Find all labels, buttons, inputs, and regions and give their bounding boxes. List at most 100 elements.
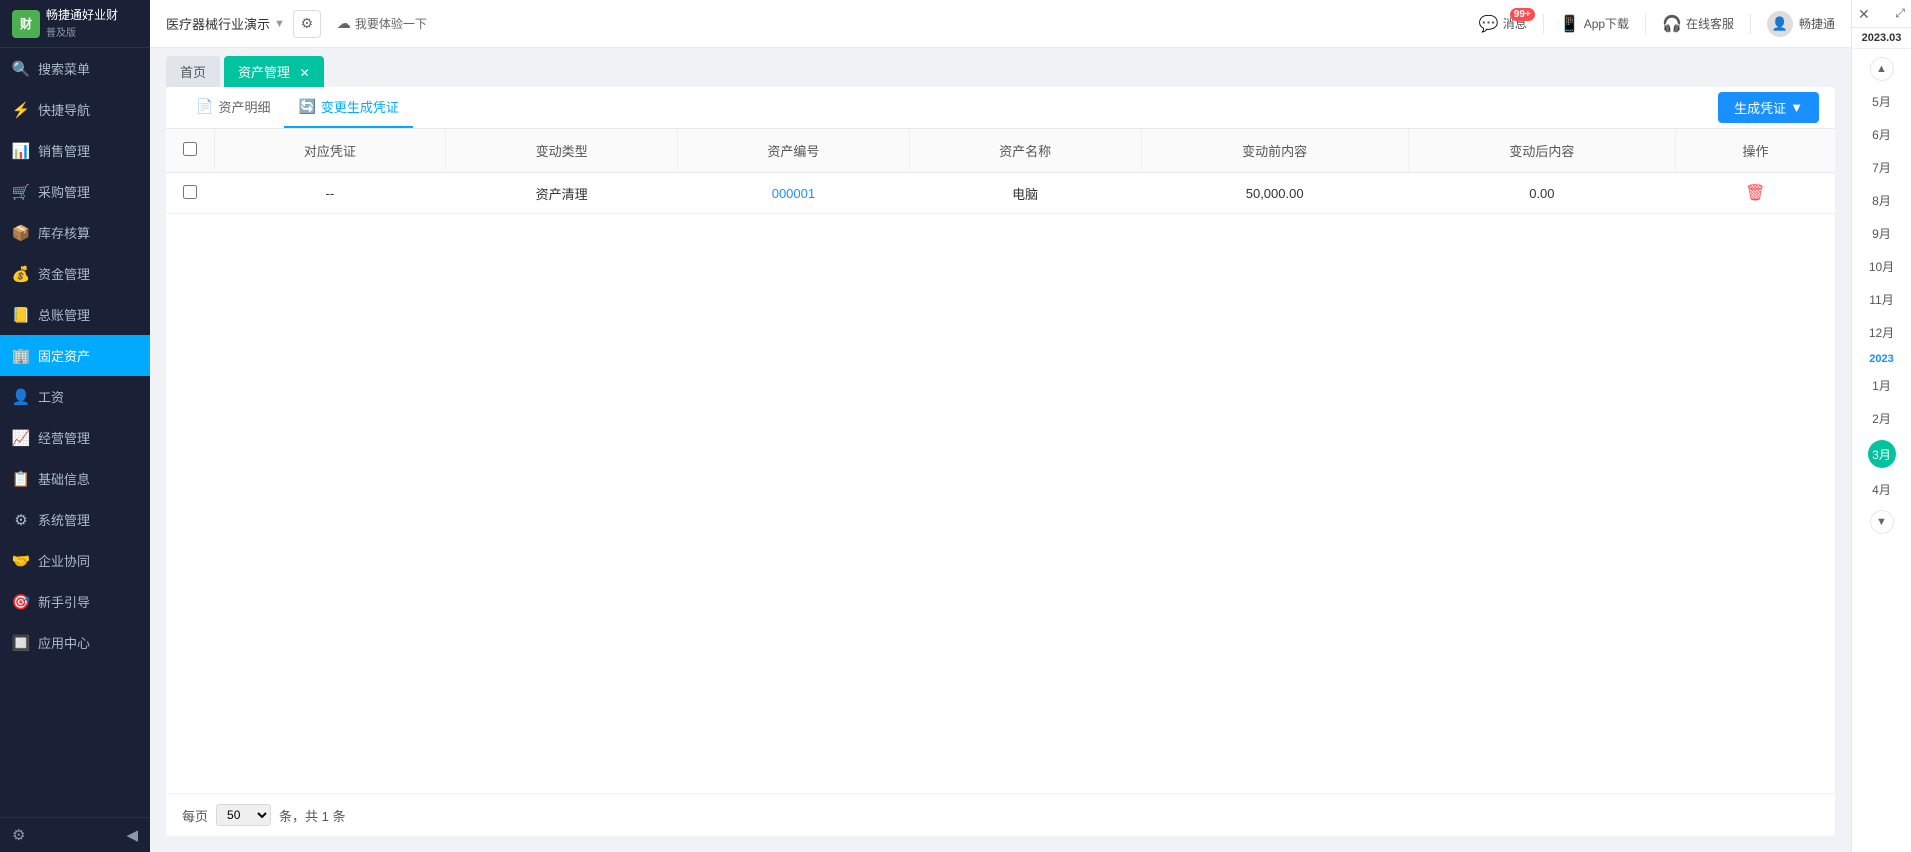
sidebar-label-app-center: 应用中心 — [38, 633, 90, 652]
sidebar-label-general-ledger: 总账管理 — [38, 305, 90, 324]
generate-voucher-button[interactable]: 生成凭证 ▼ — [1718, 92, 1819, 123]
month-11[interactable]: 11月 — [1865, 286, 1897, 313]
customer-service-button[interactable]: 🎧 在线客服 — [1662, 14, 1734, 34]
month-8[interactable]: 8月 — [1868, 187, 1895, 214]
company-settings-button[interactable]: ⚙ — [293, 10, 321, 38]
sidebar-item-search[interactable]: 🔍 搜索菜单 — [0, 48, 150, 89]
th-asset-no: 资产编号 — [678, 129, 910, 173]
month-2023-4[interactable]: 4月 — [1868, 476, 1895, 503]
row-asset-name: 电脑 — [909, 173, 1141, 214]
app-download-button[interactable]: 📱 App下载 — [1560, 14, 1629, 34]
logo-icon: 财 — [12, 10, 40, 38]
month-nav-up[interactable]: ▲ — [1870, 57, 1894, 81]
month-6[interactable]: 6月 — [1868, 121, 1895, 148]
sidebar-item-payroll[interactable]: 👤 工资 — [0, 376, 150, 417]
tab-asset-mgmt[interactable]: 资产管理 ✕ — [224, 56, 324, 87]
right-panel-close-icon[interactable]: ✕ — [1858, 7, 1870, 21]
topbar-actions: 💬 消息 99+ 📱 App下载 🎧 在线客服 👤 畅捷通 — [1479, 11, 1835, 37]
sub-tab-change-voucher[interactable]: 🔄 变更生成凭证 — [284, 87, 412, 128]
experience-label: 我要体验一下 — [355, 15, 427, 32]
sub-tab-bar: 📄 资产明细 🔄 变更生成凭证 生成凭证 ▼ — [166, 87, 1835, 129]
quick-nav-icon: ⚡ — [12, 101, 30, 119]
table-row: -- 资产清理 000001 电脑 50,000.00 0.00 🗑 — [166, 173, 1835, 214]
content-area: 首页 资产管理 ✕ 📄 资产明细 🔄 变更生成凭证 — [150, 48, 1851, 852]
enterprise-icon: 🤝 — [12, 552, 30, 570]
sidebar-item-inventory[interactable]: 📦 库存核算 — [0, 212, 150, 253]
divider-1 — [1543, 14, 1544, 34]
row-checkbox[interactable] — [183, 185, 197, 199]
messages-button[interactable]: 💬 消息 99+ — [1479, 14, 1527, 34]
sidebar-item-basic-info[interactable]: 📋 基础信息 — [0, 458, 150, 499]
month-2023-3[interactable]: 3月 — [1868, 440, 1896, 468]
system-icon: ⚙ — [12, 511, 30, 529]
month-2023-2[interactable]: 2月 — [1868, 405, 1895, 432]
app-center-icon: 🔲 — [12, 634, 30, 652]
main-area: 医疗器械行业演示 ▼ ⚙ ☁ 我要体验一下 💬 消息 99+ 📱 App下载 🎧… — [150, 0, 1851, 852]
th-after-change: 变动后内容 — [1408, 129, 1675, 173]
sidebar-item-purchase[interactable]: 🛒 采购管理 — [0, 171, 150, 212]
per-page-select[interactable]: 50 10 20 100 — [216, 804, 271, 826]
th-checkbox — [166, 129, 214, 173]
month-nav-down[interactable]: ▼ — [1870, 510, 1894, 534]
payroll-icon: 👤 — [12, 388, 30, 406]
right-panel: ✕ ⤢ 2023.03 ▲ 5月 6月 7月 8月 9月 10月 11月 12月… — [1851, 0, 1911, 852]
sidebar-item-app-center[interactable]: 🔲 应用中心 — [0, 622, 150, 663]
search-icon: 🔍 — [12, 60, 30, 78]
page-container: 📄 资产明细 🔄 变更生成凭证 生成凭证 ▼ — [166, 87, 1835, 836]
topbar: 医疗器械行业演示 ▼ ⚙ ☁ 我要体验一下 💬 消息 99+ 📱 App下载 🎧… — [150, 0, 1851, 48]
company-selector[interactable]: 医疗器械行业演示 ▼ — [166, 14, 285, 33]
month-12[interactable]: 12月 — [1865, 319, 1898, 346]
settings-icon[interactable]: ⚙ — [12, 826, 25, 844]
sidebar-item-funds[interactable]: 💰 资金管理 — [0, 253, 150, 294]
tab-close-icon[interactable]: ✕ — [300, 66, 310, 80]
right-panel-expand-icon[interactable]: ⤢ — [1895, 6, 1905, 21]
sidebar-label-system: 系统管理 — [38, 510, 90, 529]
sidebar-label-operations: 经营管理 — [38, 428, 90, 447]
sidebar-item-general-ledger[interactable]: 📒 总账管理 — [0, 294, 150, 335]
sidebar-item-operations[interactable]: 📈 经营管理 — [0, 417, 150, 458]
change-voucher-icon: 🔄 — [298, 98, 315, 115]
delete-row-icon[interactable]: 🗑 — [1745, 185, 1765, 202]
sidebar-item-system[interactable]: ⚙ 系统管理 — [0, 499, 150, 540]
guide-icon: 🎯 — [12, 593, 30, 611]
right-panel-months: ▲ 5月 6月 7月 8月 9月 10月 11月 12月 2023 1月 2月 … — [1852, 49, 1911, 852]
month-10[interactable]: 10月 — [1865, 253, 1898, 280]
right-panel-year-label: 2023.03 — [1852, 28, 1911, 49]
sidebar-item-guide[interactable]: 🎯 新手引导 — [0, 581, 150, 622]
row-voucher: -- — [214, 173, 446, 214]
th-operation: 操作 — [1675, 129, 1835, 173]
table-header-row: 对应凭证 变动类型 资产编号 资产名称 变动前内容 变动后内容 操作 — [166, 129, 1835, 173]
divider-3 — [1750, 14, 1751, 34]
generate-voucher-dropdown-icon: ▼ — [1790, 100, 1803, 115]
company-chevron-icon: ▼ — [274, 18, 285, 30]
inventory-icon: 📦 — [12, 224, 30, 242]
messages-icon: 💬 — [1479, 14, 1499, 34]
month-2023-1[interactable]: 1月 — [1868, 372, 1895, 399]
tab-bar: 首页 资产管理 ✕ — [150, 48, 1851, 87]
tab-home[interactable]: 首页 — [166, 56, 220, 87]
month-7[interactable]: 7月 — [1868, 154, 1895, 181]
sidebar-item-enterprise[interactable]: 🤝 企业协同 — [0, 540, 150, 581]
sidebar-item-fixed-assets[interactable]: 🏢 固定资产 — [0, 335, 150, 376]
th-asset-name: 资产名称 — [909, 129, 1141, 173]
toggle-sidebar-icon[interactable]: ◀ — [126, 826, 138, 844]
sidebar-item-quick-nav[interactable]: ⚡ 快捷导航 — [0, 89, 150, 130]
sub-tab-asset-detail[interactable]: 📄 资产明细 — [182, 87, 284, 128]
experience-icon: ☁ — [337, 15, 351, 32]
operations-icon: 📈 — [12, 429, 30, 447]
asset-detail-icon: 📄 — [196, 98, 213, 115]
select-all-checkbox[interactable] — [183, 142, 197, 156]
sidebar-menu: 🔍 搜索菜单 ⚡ 快捷导航 📊 销售管理 🛒 采购管理 📦 库存核算 💰 资金管… — [0, 48, 150, 817]
month-5[interactable]: 5月 — [1868, 88, 1895, 115]
sub-tab-left: 📄 资产明细 🔄 变更生成凭证 — [182, 87, 413, 128]
sidebar-item-sales[interactable]: 📊 销售管理 — [0, 130, 150, 171]
basic-info-icon: 📋 — [12, 470, 30, 488]
sidebar-label-guide: 新手引导 — [38, 592, 90, 611]
sidebar: 财 畅捷通好业财 普及版 🔍 搜索菜单 ⚡ 快捷导航 📊 销售管理 🛒 采购管理… — [0, 0, 150, 852]
row-checkbox-cell — [166, 173, 214, 214]
experience-button[interactable]: ☁ 我要体验一下 — [337, 15, 427, 32]
logo-name: 畅捷通好业财 — [46, 8, 118, 24]
sidebar-label-fixed-assets: 固定资产 — [38, 346, 90, 365]
month-9[interactable]: 9月 — [1868, 220, 1895, 247]
user-menu[interactable]: 👤 畅捷通 — [1767, 11, 1835, 37]
